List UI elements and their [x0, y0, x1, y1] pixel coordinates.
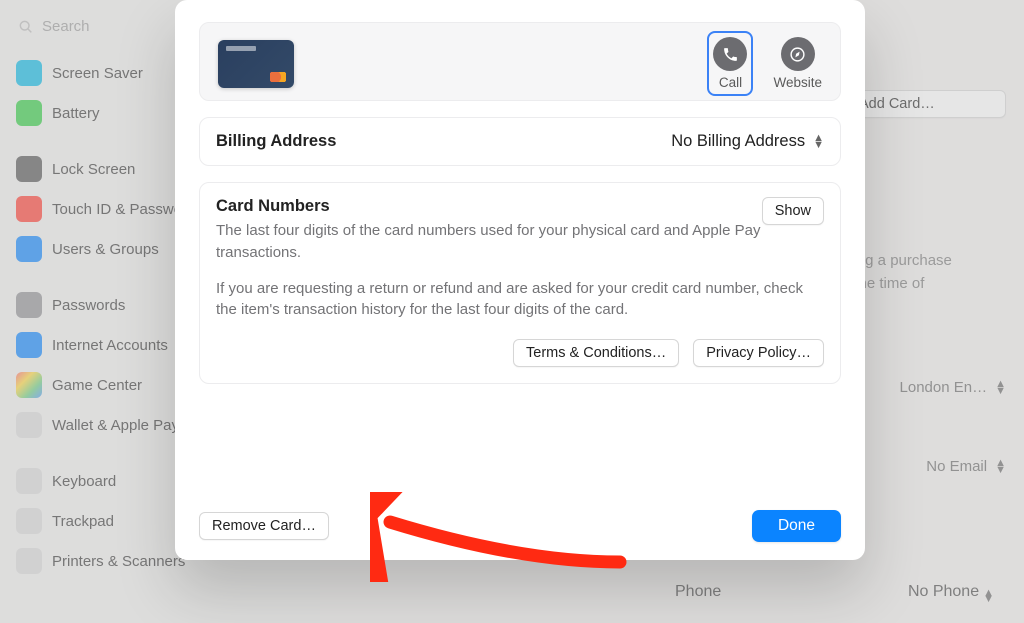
website-action[interactable]: Website	[773, 37, 822, 90]
sidebar-icon	[16, 196, 42, 222]
card-numbers-title: Card Numbers	[216, 197, 762, 216]
phone-label: Phone	[675, 583, 721, 603]
sidebar-icon	[16, 292, 42, 318]
phone-icon	[713, 37, 747, 71]
privacy-button[interactable]: Privacy Policy…	[693, 339, 824, 367]
show-button[interactable]: Show	[762, 197, 824, 225]
call-label: Call	[719, 75, 742, 90]
card-numbers-section: Card Numbers The last four digits of the…	[199, 182, 841, 384]
sidebar-icon	[16, 372, 42, 398]
website-label: Website	[773, 75, 822, 90]
billing-address-label: Billing Address	[216, 132, 336, 151]
sidebar-item-label: Internet Accounts	[52, 337, 168, 354]
search-placeholder: Search	[42, 18, 90, 35]
partial-text: king a purchase t the time of	[846, 250, 1006, 295]
billing-address-row[interactable]: Billing Address No Billing Address ▲▼	[199, 117, 841, 166]
sidebar-icon	[16, 548, 42, 574]
compass-icon	[781, 37, 815, 71]
sidebar-item-label: Printers & Scanners	[52, 553, 185, 570]
sidebar-item-label: Battery	[52, 105, 100, 122]
sidebar-item-label: Lock Screen	[52, 161, 135, 178]
sidebar-item-label: Users & Groups	[52, 241, 159, 258]
location-value[interactable]: London En…▲▼	[846, 379, 1006, 396]
card-details-modal: Call Website Billing Address No Billing …	[175, 0, 865, 560]
sidebar-item-label: Touch ID & Password	[52, 201, 195, 218]
remove-card-button[interactable]: Remove Card…	[199, 512, 329, 540]
billing-address-value: No Billing Address ▲▼	[671, 132, 824, 151]
sidebar-item-label: Passwords	[52, 297, 125, 314]
updown-icon: ▲▼	[995, 381, 1006, 394]
updown-icon: ▲▼	[995, 460, 1006, 473]
sidebar-item-label: Wallet & Apple Pay	[52, 417, 179, 434]
sidebar-icon	[16, 100, 42, 126]
terms-button[interactable]: Terms & Conditions…	[513, 339, 679, 367]
email-value[interactable]: No Email▲▼	[846, 458, 1006, 475]
sidebar-icon	[16, 412, 42, 438]
sidebar-icon	[16, 156, 42, 182]
card-numbers-note: If you are requesting a return or refund…	[216, 278, 824, 322]
sidebar-item-label: Screen Saver	[52, 65, 143, 82]
sidebar-item-label: Trackpad	[52, 513, 114, 530]
sidebar-icon	[16, 236, 42, 262]
done-button[interactable]: Done	[752, 510, 841, 542]
sidebar-item-label: Game Center	[52, 377, 142, 394]
updown-icon: ▲▼	[813, 135, 824, 148]
card-numbers-description: The last four digits of the card numbers…	[216, 220, 762, 264]
add-card-button[interactable]: Add Card…	[846, 90, 1006, 118]
sidebar-icon	[16, 332, 42, 358]
updown-icon: ▲▼	[983, 590, 994, 603]
sidebar-icon	[16, 508, 42, 534]
phone-value[interactable]: No Phone▲▼	[908, 583, 994, 603]
search-icon	[18, 19, 34, 35]
card-header: Call Website	[199, 22, 841, 101]
call-action[interactable]: Call	[707, 31, 753, 96]
sidebar-icon	[16, 468, 42, 494]
sidebar-icon	[16, 60, 42, 86]
card-preview	[218, 40, 294, 88]
sidebar-item-label: Keyboard	[52, 473, 116, 490]
